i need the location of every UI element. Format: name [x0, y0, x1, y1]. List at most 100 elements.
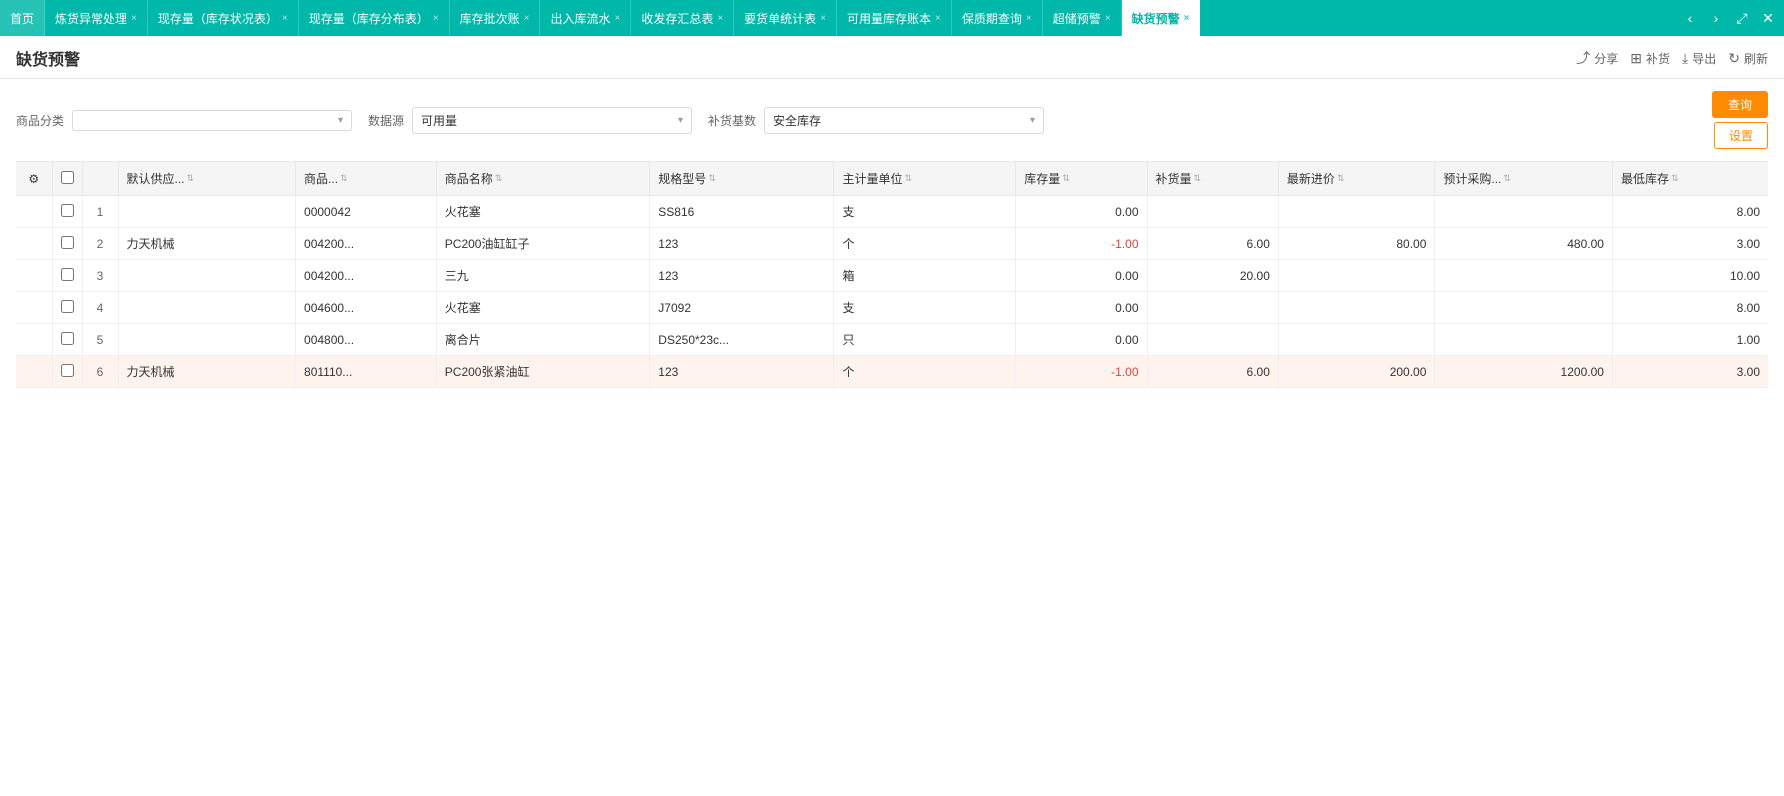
nav-close-button[interactable]: ✕	[1756, 6, 1780, 30]
replenish-icon: ⊞	[1630, 50, 1642, 67]
th-replenish-sort[interactable]: 补货量 ⇅	[1156, 170, 1202, 187]
close-tab-xiancun2[interactable]: ×	[433, 13, 439, 24]
th-goods-code: 商品... ⇅	[296, 162, 437, 196]
nav-next-button[interactable]: ›	[1704, 6, 1728, 30]
th-stock-sort[interactable]: 库存量 ⇅	[1024, 170, 1070, 187]
close-tab-chaochujing[interactable]: ×	[1105, 13, 1111, 24]
close-tab-baozhi[interactable]: ×	[1026, 13, 1032, 24]
datasource-value: 可用量	[421, 112, 670, 129]
data-table: ⚙ 默认供应... ⇅ 商品...	[16, 161, 1768, 388]
close-tab-keyongliang[interactable]: ×	[935, 13, 941, 24]
close-tab-lianghuo[interactable]: ×	[131, 13, 137, 24]
share-button[interactable]: ⤴ 分享	[1576, 48, 1618, 68]
replenish-base-label: 补货基数	[708, 112, 756, 129]
close-tab-quehuo[interactable]: ×	[1184, 13, 1190, 24]
row-stock-4: 0.00	[1016, 324, 1147, 356]
row-goods-code-5: 801110...	[296, 356, 437, 388]
page-container: 缺货预警 ⤴ 分享 ⊞ 补货 ⤓ 导出 ↻ 刷新 商品分类	[0, 36, 1784, 796]
row-supplier-0	[118, 196, 296, 228]
column-settings-icon[interactable]: ⚙	[28, 172, 39, 186]
query-button[interactable]: 查询	[1712, 91, 1768, 118]
nav-tab-chaochujing[interactable]: 超储预警 ×	[1043, 0, 1122, 36]
close-tab-kucun[interactable]: ×	[524, 13, 530, 24]
row-stock-3: 0.00	[1016, 292, 1147, 324]
datasource-select[interactable]: 可用量 ▾	[412, 107, 692, 134]
nav-tab-home[interactable]: 首页	[0, 0, 45, 36]
row-min-stock-3: 8.00	[1612, 292, 1768, 324]
th-num	[82, 162, 118, 196]
row-latest-price-3	[1278, 292, 1435, 324]
settings-button[interactable]: 设置	[1714, 122, 1768, 149]
th-goods-name-sort[interactable]: 商品名称 ⇅	[445, 170, 503, 187]
th-latest-price: 最新进价 ⇅	[1278, 162, 1435, 196]
nav-tab-shoufacun[interactable]: 收发存汇总表 ×	[631, 0, 734, 36]
row-supplier-5: 力天机械	[118, 356, 296, 388]
nav-tab-xiancun1[interactable]: 现存量（库存状况表） ×	[148, 0, 299, 36]
row-goods-code-3: 004600...	[296, 292, 437, 324]
replenish-button[interactable]: ⊞ 补货	[1630, 50, 1670, 67]
th-est-purchase-sort[interactable]: 预计采购... ⇅	[1443, 170, 1511, 187]
supplier-sort-icon: ⇅	[187, 173, 195, 184]
refresh-button[interactable]: ↻ 刷新	[1728, 50, 1768, 67]
th-settings: ⚙	[16, 162, 52, 196]
nav-tab-lianghuo[interactable]: 炼货异常处理 ×	[45, 0, 148, 36]
row-goods-name-4: 离合片	[436, 324, 650, 356]
replenish-base-value: 安全库存	[773, 112, 1022, 129]
row-checkbox-0[interactable]	[61, 204, 74, 217]
row-checkbox-5[interactable]	[61, 364, 74, 377]
table-row: 1 0000042 火花塞 SS816 支 0.00 8.00	[16, 196, 1768, 228]
row-checkbox-1[interactable]	[61, 236, 74, 249]
category-label: 商品分类	[16, 112, 64, 129]
row-latest-price-0	[1278, 196, 1435, 228]
close-tab-yaohuo[interactable]: ×	[820, 13, 826, 24]
close-tab-shoufacun[interactable]: ×	[717, 13, 723, 24]
row-checkbox-4[interactable]	[61, 332, 74, 345]
export-button[interactable]: ⤓ 导出	[1682, 50, 1716, 67]
th-latest-price-sort[interactable]: 最新进价 ⇅	[1287, 170, 1345, 187]
nav-tab-quehuo[interactable]: 缺货预警 ×	[1122, 0, 1201, 36]
row-min-stock-5: 3.00	[1612, 356, 1768, 388]
th-min-stock: 最低库存 ⇅	[1612, 162, 1768, 196]
row-unit-0: 支	[834, 196, 1016, 228]
row-unit-4: 只	[834, 324, 1016, 356]
stock-sort-icon: ⇅	[1062, 173, 1070, 184]
close-tab-xiancun1[interactable]: ×	[282, 13, 288, 24]
select-all-checkbox[interactable]	[61, 171, 74, 184]
th-stock: 库存量 ⇅	[1016, 162, 1147, 196]
th-goods-code-sort[interactable]: 商品... ⇅	[304, 170, 348, 187]
row-unit-2: 箱	[834, 260, 1016, 292]
nav-prev-button[interactable]: ‹	[1678, 6, 1702, 30]
row-goods-name-2: 三九	[436, 260, 650, 292]
th-spec-sort[interactable]: 规格型号 ⇅	[658, 170, 716, 187]
nav-tab-churu[interactable]: 出入库流水 ×	[540, 0, 631, 36]
top-navigation: 首页 炼货异常处理 × 现存量（库存状况表） × 现存量（库存分布表） × 库存…	[0, 0, 1784, 36]
replenish-base-filter-group: 补货基数 安全库存 ▾	[708, 107, 1044, 134]
table-body: 1 0000042 火花塞 SS816 支 0.00 8.00 2 力天机械 0…	[16, 196, 1768, 388]
row-checkbox-2[interactable]	[61, 268, 74, 281]
nav-tab-baozhi[interactable]: 保质期查询 ×	[952, 0, 1043, 36]
category-dropdown-icon: ▾	[338, 115, 343, 126]
nav-tab-xiancun2[interactable]: 现存量（库存分布表） ×	[299, 0, 450, 36]
nav-tab-keyongliang[interactable]: 可用量库存账本 ×	[837, 0, 952, 36]
row-stock-2: 0.00	[1016, 260, 1147, 292]
nav-restore-button[interactable]: ⤢	[1730, 6, 1754, 30]
row-goods-code-0: 0000042	[296, 196, 437, 228]
th-unit-sort[interactable]: 主计量单位 ⇅	[842, 170, 912, 187]
th-est-purchase: 预计采购... ⇅	[1435, 162, 1613, 196]
row-goods-code-2: 004200...	[296, 260, 437, 292]
category-select[interactable]: ▾	[72, 110, 352, 131]
row-checkbox-3[interactable]	[61, 300, 74, 313]
row-num-0: 1	[82, 196, 118, 228]
close-tab-churu[interactable]: ×	[614, 13, 620, 24]
th-supplier-sort[interactable]: 默认供应... ⇅	[127, 170, 195, 187]
export-icon: ⤓	[1682, 50, 1688, 67]
row-settings-3	[16, 292, 52, 324]
replenish-base-select[interactable]: 安全库存 ▾	[764, 107, 1044, 134]
nav-tab-kucun[interactable]: 库存批次账 ×	[450, 0, 541, 36]
datasource-dropdown-icon: ▾	[678, 115, 683, 126]
th-min-stock-sort[interactable]: 最低库存 ⇅	[1621, 170, 1679, 187]
row-latest-price-5: 200.00	[1278, 356, 1435, 388]
row-latest-price-1: 80.00	[1278, 228, 1435, 260]
nav-tab-yaohuo[interactable]: 要货单统计表 ×	[734, 0, 837, 36]
th-goods-name: 商品名称 ⇅	[436, 162, 650, 196]
